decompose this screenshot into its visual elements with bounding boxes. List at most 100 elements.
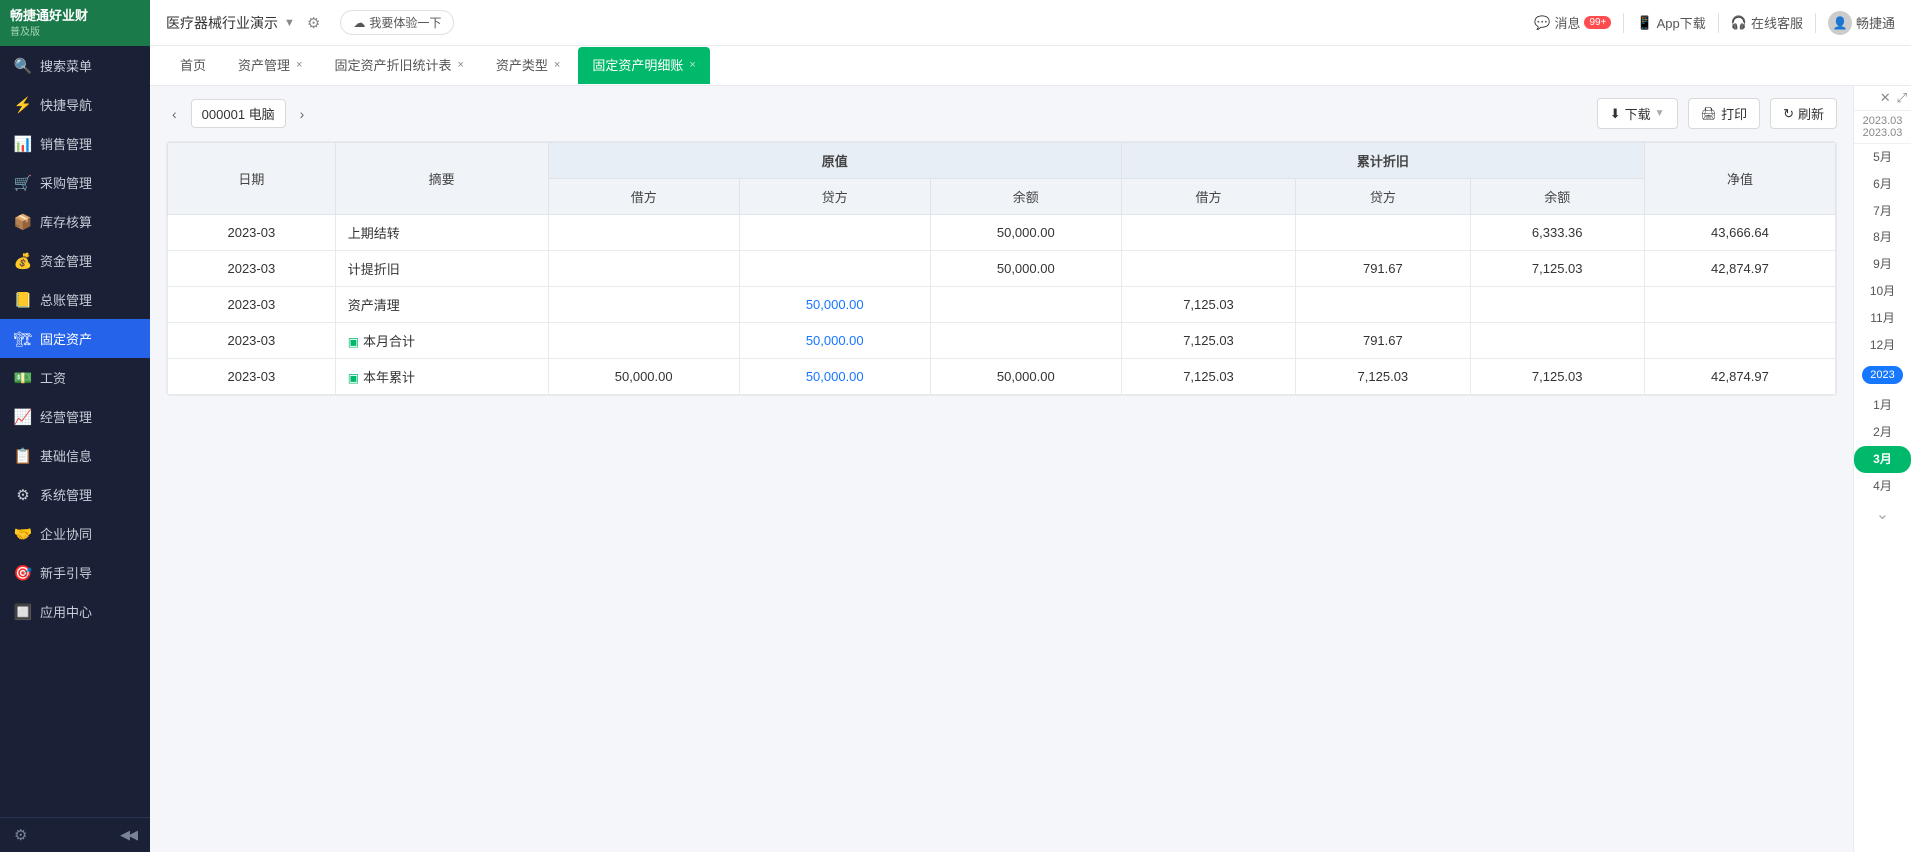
cell-net-value: 42,874.97 (1644, 359, 1835, 395)
settings-icon[interactable]: ⚙ (14, 826, 27, 844)
online-service-btn[interactable]: 🎧 在线客服 (1731, 13, 1803, 32)
sidebar-item-应用中心[interactable]: 🔲 应用中心 (0, 592, 150, 631)
sidebar-label: 搜索菜单 (40, 56, 92, 75)
tab-close-icon[interactable]: × (296, 59, 302, 71)
sidebar-label: 总账管理 (40, 290, 92, 309)
sidebar: 畅捷通好业财 普及版 🔍搜索菜单⚡快捷导航📊销售管理🛒采购管理📦库存核算💰资金管… (0, 0, 150, 852)
sidebar-item-搜索菜单[interactable]: 🔍搜索菜单 (0, 46, 150, 85)
cell-orig-debit (548, 323, 739, 359)
sidebar-item-基础信息[interactable]: 📋 基础信息 (0, 436, 150, 475)
cell-date: 2023-03 (168, 251, 336, 287)
cell-orig-debit (548, 287, 739, 323)
cell-net-value: 42,874.97 (1644, 251, 1835, 287)
refresh-btn[interactable]: ↻ 刷新 (1770, 98, 1837, 129)
col-accumulated-dep: 累计折旧 (1121, 143, 1644, 179)
time-nav-month-3月[interactable]: 3月 (1854, 446, 1911, 473)
time-nav-month-7月[interactable]: 7月 (1854, 198, 1911, 225)
cell-accum-credit: 791.67 (1296, 251, 1470, 287)
sidebar-label: 新手引导 (40, 563, 92, 582)
next-asset-btn[interactable]: › (294, 104, 311, 124)
time-nav-month-4月[interactable]: 4月 (1854, 473, 1911, 500)
tab-close-icon[interactable]: × (457, 59, 463, 71)
time-nav-month-8月[interactable]: 8月 (1854, 224, 1911, 251)
cell-accum-credit (1296, 287, 1470, 323)
sidebar-item-固定资产[interactable]: 🏗固定资产 (0, 319, 150, 358)
sidebar-item-工资[interactable]: 💵工资 (0, 358, 150, 397)
time-nav-month-1月[interactable]: 1月 (1854, 392, 1911, 419)
table-row: 2023-03 ▣本年累计 50,000.00 50,000.00 50,000… (168, 359, 1836, 395)
tab-固定资产折旧统计表[interactable]: 固定资产折旧统计表 × (320, 47, 477, 84)
scroll-down-icon[interactable]: ⌄ (1876, 506, 1889, 523)
year-badge[interactable]: 2023 (1862, 366, 1902, 384)
time-nav-month-11月[interactable]: 11月 (1854, 305, 1911, 332)
sidebar-label: 销售管理 (40, 134, 92, 153)
time-nav-month-5月[interactable]: 5月 (1854, 144, 1911, 171)
sidebar-label: 经营管理 (40, 407, 92, 426)
sidebar-icon: 📋 (14, 447, 32, 465)
sidebar-icon: 🏗 (14, 330, 32, 348)
toolbar-row: ‹ 000001 电脑 › ⬇ 下载 ▼ 🖨 打印 ↻ (166, 98, 1837, 129)
messages-badge: 99+ (1584, 16, 1611, 29)
sidebar-item-资金管理[interactable]: 💰资金管理 (0, 241, 150, 280)
divider3 (1815, 13, 1816, 33)
time-nav-controls: ✕ ⤢ (1854, 86, 1911, 111)
sidebar-item-库存核算[interactable]: 📦库存核算 (0, 202, 150, 241)
settings-gear-icon[interactable]: ⚙ (307, 14, 320, 32)
message-icon: 💬 (1534, 15, 1550, 31)
sidebar-item-总账管理[interactable]: 📒总账管理 (0, 280, 150, 319)
sidebar-label: 系统管理 (40, 485, 92, 504)
app-download-btn[interactable]: 📱 App下载 (1636, 13, 1705, 32)
app-name: 畅捷通好业财 (10, 8, 88, 24)
tab-首页[interactable]: 首页 (166, 47, 220, 84)
cell-orig-credit (739, 251, 930, 287)
sidebar-item-销售管理[interactable]: 📊销售管理 (0, 124, 150, 163)
cell-orig-debit (548, 251, 739, 287)
sidebar-item-系统管理[interactable]: ⚙系统管理 (0, 475, 150, 514)
sidebar-label: 应用中心 (40, 602, 92, 621)
tab-label: 资产类型 (496, 55, 548, 74)
time-nav-month-6月[interactable]: 6月 (1854, 171, 1911, 198)
sidebar-item-采购管理[interactable]: 🛒采购管理 (0, 163, 150, 202)
cell-net-value (1644, 323, 1835, 359)
sidebar-label: 资金管理 (40, 251, 92, 270)
cell-accum-debit: 7,125.03 (1121, 359, 1295, 395)
col-orig-debit: 借方 (548, 179, 739, 215)
time-nav-month-12月[interactable]: 12月 (1854, 332, 1911, 359)
cell-orig-balance: 50,000.00 (930, 215, 1121, 251)
time-nav-month-10月[interactable]: 10月 (1854, 278, 1911, 305)
dropdown-icon[interactable]: ▼ (284, 17, 295, 29)
tab-close-icon[interactable]: × (554, 59, 560, 71)
dropdown-chevron-icon: ▼ (1655, 108, 1665, 119)
col-accum-balance: 余额 (1470, 179, 1644, 215)
time-nav-resize-btn[interactable]: ⤢ (1897, 90, 1907, 106)
tab-label: 固定资产折旧统计表 (334, 55, 451, 74)
phone-icon: 📱 (1636, 15, 1652, 31)
toolbar-buttons: ⬇ 下载 ▼ 🖨 打印 ↻ 刷新 (1597, 98, 1837, 129)
user-avatar[interactable]: 👤 畅捷通 (1828, 11, 1895, 35)
summary-icon: ▣ (348, 335, 359, 349)
cell-summary: ▣本年累计 (335, 359, 548, 395)
cell-orig-credit: 50,000.00 (739, 323, 930, 359)
sidebar-item-新手引导[interactable]: 🎯新手引导 (0, 553, 150, 592)
prev-asset-btn[interactable]: ‹ (166, 104, 183, 124)
company-name: 医疗器械行业演示 (166, 13, 278, 33)
messages-btn[interactable]: 💬 消息 99+ (1534, 13, 1611, 32)
tab-固定资产明细账[interactable]: 固定资产明细账× (578, 47, 709, 84)
sidebar-icon: 🔲 (14, 603, 32, 621)
sidebar-logo: 畅捷通好业财 普及版 (0, 0, 150, 46)
experience-btn[interactable]: ☁ 我要体验一下 (340, 10, 454, 35)
collapse-icon[interactable]: ◀◀ (120, 827, 136, 843)
tab-资产管理[interactable]: 资产管理× (224, 47, 316, 84)
sidebar-label: 快捷导航 (40, 95, 92, 114)
time-nav-month-2月[interactable]: 2月 (1854, 419, 1911, 446)
sidebar-item-快捷导航[interactable]: ⚡快捷导航 (0, 85, 150, 124)
download-btn[interactable]: ⬇ 下载 ▼ (1597, 98, 1678, 129)
time-nav-close-btn[interactable]: ✕ (1880, 90, 1891, 106)
sidebar-label: 基础信息 (40, 446, 92, 465)
sidebar-item-经营管理[interactable]: 📈经营管理 (0, 397, 150, 436)
print-btn[interactable]: 🖨 打印 (1688, 98, 1761, 129)
tab-资产类型[interactable]: 资产类型 × (482, 47, 574, 84)
tab-close-icon[interactable]: × (689, 59, 695, 71)
sidebar-item-企业协同[interactable]: 🤝企业协同 (0, 514, 150, 553)
time-nav-month-9月[interactable]: 9月 (1854, 251, 1911, 278)
